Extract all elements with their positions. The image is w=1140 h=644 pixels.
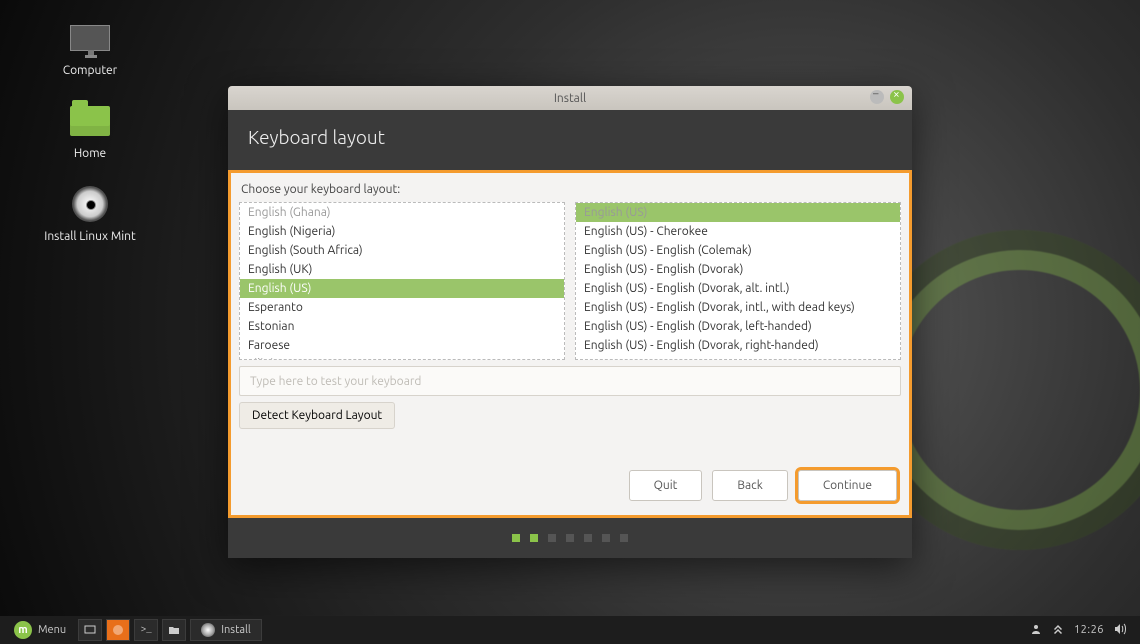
layout-variant-item[interactable]: English (US) - English (Dvorak) [576,260,900,279]
layout-family-item[interactable]: English (Nigeria) [240,222,564,241]
install-window: Install Keyboard layout Choose your keyb… [228,86,912,558]
layout-variant-item[interactable]: English (US) - English (Dvorak, left-han… [576,317,900,336]
terminal-icon: >_ [141,625,152,635]
desktop-icon-install-mint[interactable]: Install Linux Mint [30,184,150,243]
choose-layout-prompt: Choose your keyboard layout: [239,181,901,196]
desktop-icon-label: Install Linux Mint [30,230,150,243]
progress-dot [602,534,610,542]
tray-network-icon[interactable] [1052,623,1064,638]
window-titlebar[interactable]: Install [228,86,912,110]
detect-layout-button[interactable]: Detect Keyboard Layout [239,402,395,429]
folder-icon [168,624,180,636]
desktop-icon-computer[interactable]: Computer [30,18,150,77]
layout-family-item[interactable]: English (US) [240,279,564,298]
mint-logo-icon: m [14,621,32,639]
progress-dots [228,518,912,558]
menu-button[interactable]: m Menu [6,621,74,639]
menu-label: Menu [38,624,66,636]
firefox-icon [111,623,125,637]
desktop-icon-label: Computer [30,64,150,77]
firefox-launcher[interactable] [106,619,130,641]
disc-icon [201,623,215,637]
layout-variant-list[interactable]: English (US)English (US) - CherokeeEngli… [575,202,901,360]
taskbar: m Menu >_ Install 12:26 [0,616,1140,644]
progress-dot [566,534,574,542]
layout-variant-item[interactable]: English (US) - Cherokee [576,222,900,241]
terminal-launcher[interactable]: >_ [134,619,158,641]
quit-button[interactable]: Quit [629,470,703,501]
back-button[interactable]: Back [712,470,787,501]
desktop-icon-label: Home [30,147,150,160]
layout-family-item[interactable]: Estonian [240,317,564,336]
layout-family-item[interactable]: Faroese [240,336,564,355]
tray-clock[interactable]: 12:26 [1074,624,1104,636]
taskbar-task-install[interactable]: Install [190,619,262,641]
minimize-button[interactable] [870,90,884,104]
layout-variant-item[interactable]: English (US) [576,203,900,222]
layout-variant-item[interactable]: English (US) - English (Dvorak, intl., w… [576,298,900,317]
progress-dot [512,534,520,542]
tray-user-icon[interactable] [1030,623,1042,638]
layout-family-item[interactable]: English (South Africa) [240,241,564,260]
folder-icon [70,106,110,136]
desktop-icon-home[interactable]: Home [30,101,150,160]
window-title: Install [554,92,586,105]
show-desktop-button[interactable] [78,619,102,641]
progress-dot [530,534,538,542]
layout-family-list[interactable]: English (Ghana)English (Nigeria)English … [239,202,565,360]
continue-button[interactable]: Continue [798,470,897,501]
progress-dot [548,534,556,542]
desktop-icon [84,624,96,636]
tray-volume-icon[interactable] [1114,623,1128,638]
layout-family-item[interactable]: Esperanto [240,298,564,317]
progress-dot [620,534,628,542]
progress-dot [584,534,592,542]
page-heading: Keyboard layout [228,110,912,170]
task-label: Install [221,624,251,636]
layout-family-item[interactable]: English (Ghana) [240,203,564,222]
keyboard-test-input[interactable] [239,366,901,396]
monitor-icon [70,25,110,51]
layout-variant-item[interactable]: English (US) - English (Dvorak, right-ha… [576,336,900,355]
layout-family-item[interactable]: English (UK) [240,260,564,279]
layout-variant-item[interactable]: English (US) - English (Colemak) [576,241,900,260]
close-button[interactable] [890,90,904,104]
layout-variant-item[interactable]: English (US) - English (Dvorak, alt. int… [576,279,900,298]
layout-family-item[interactable]: Filipino [240,355,564,360]
files-launcher[interactable] [162,619,186,641]
disc-icon [72,186,108,222]
